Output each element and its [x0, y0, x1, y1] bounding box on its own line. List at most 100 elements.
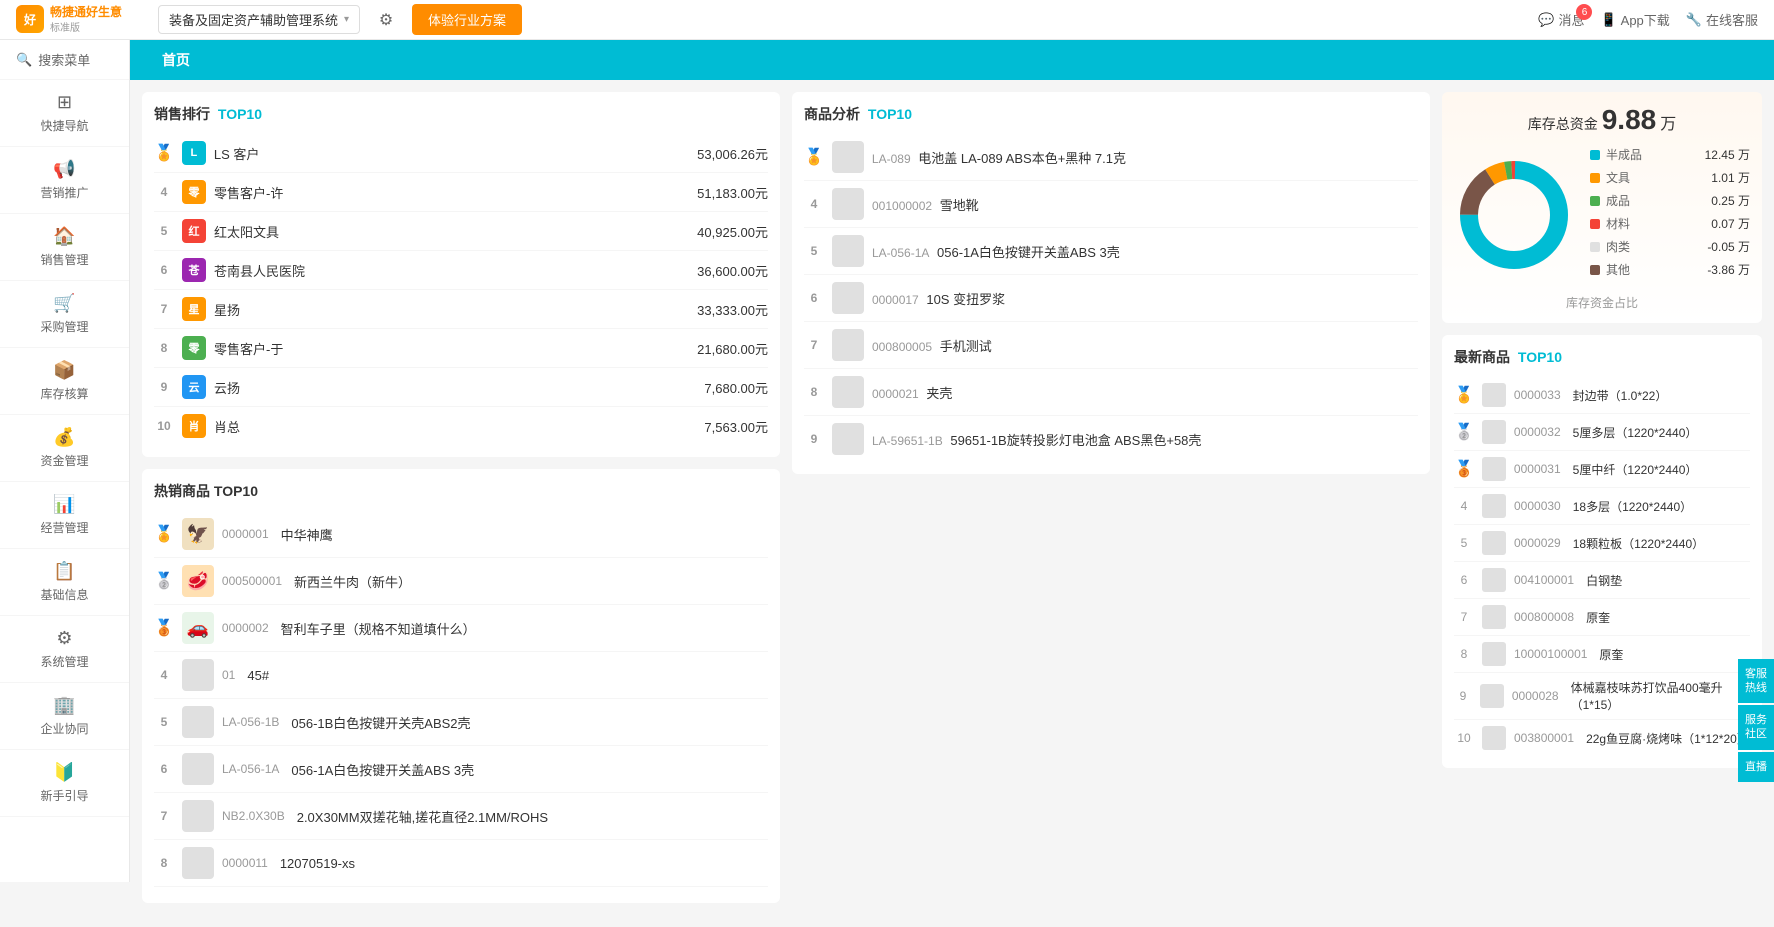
- customer-badge: 红: [182, 219, 206, 243]
- sidebar-label-finance: 资金管理: [40, 452, 88, 469]
- product-code: 004100001: [1514, 573, 1574, 587]
- product-name: 5厘多层（1220*2440）: [1573, 424, 1698, 441]
- app-download-button[interactable]: 📱 App下载: [1600, 10, 1669, 29]
- customer-value: 51,183.00元: [697, 183, 768, 202]
- customer-value: 36,600.00元: [697, 261, 768, 280]
- product-name: 手机测试: [940, 339, 992, 354]
- product-code: 0000001: [222, 527, 269, 541]
- product-name: 电池盖 LA-089 ABS本色+黑种 7.1克: [918, 151, 1126, 166]
- hot-products-title: 热销商品 TOP10: [154, 481, 768, 501]
- chevron-down-icon: ▾: [344, 14, 349, 25]
- product-name: 5厘中纤（1220*2440）: [1573, 461, 1698, 478]
- topbar: 好 畅捷通好生意 标准版 装备及固定资产辅助管理系统 ▾ ⚙ 体验行业方案 💬 …: [0, 0, 1774, 40]
- mobile-icon: 📱: [1600, 12, 1616, 28]
- product-name: 2.0X30MM双搓花轴,搓花直径2.1MM/ROHS: [297, 807, 548, 826]
- legend-item-material: 材料 0.07 万: [1590, 215, 1750, 232]
- service-icon: 🔧: [1686, 12, 1702, 28]
- product-code: 003800001: [1514, 731, 1574, 745]
- nav-home[interactable]: 首页: [146, 40, 206, 80]
- product-name: 12070519-xs: [280, 856, 355, 871]
- product-thumbnail: [1482, 642, 1506, 666]
- table-row: 🏅 L LS 客户 53,006.26元: [154, 134, 768, 173]
- product-name: 056-1A白色按键开关盖ABS 3壳: [937, 245, 1120, 260]
- guide-icon: 🔰: [53, 762, 75, 783]
- list-item: 4 01 45#: [154, 652, 768, 699]
- sidebar-item-sales[interactable]: 🏠 销售管理: [0, 214, 129, 281]
- system-icon: ⚙: [56, 628, 72, 649]
- legend-dot: [1590, 196, 1600, 206]
- list-item: 9 0000028 体械嘉枝味苏打饮品400毫升（1*15）: [1454, 673, 1750, 720]
- customer-value: 40,925.00元: [697, 222, 768, 241]
- product-code: LA-056-1B: [222, 715, 279, 729]
- sidebar-item-enterprise[interactable]: 🏢 企业协同: [0, 683, 129, 750]
- system-selector[interactable]: 装备及固定资产辅助管理系统 ▾: [158, 5, 360, 34]
- try-button[interactable]: 体验行业方案: [412, 4, 522, 35]
- legend-item-stationery: 文具 1.01 万: [1590, 169, 1750, 186]
- sidebar-label-inventory: 库存核算: [40, 385, 88, 402]
- product-code: LA-056-1A: [872, 246, 929, 260]
- table-row: 4 001000002 雪地靴: [804, 181, 1418, 228]
- product-thumbnail: [1482, 420, 1506, 444]
- customer-value: 33,333.00元: [697, 300, 768, 319]
- sidebar-label-guide: 新手引导: [40, 787, 88, 804]
- legend-dot: [1590, 173, 1600, 183]
- customer-value: 7,563.00元: [704, 417, 768, 436]
- legend-item-semifinished: 半成品 12.45 万: [1590, 146, 1750, 163]
- quick-nav-icon: ⊞: [57, 92, 72, 113]
- customer-badge: 云: [182, 375, 206, 399]
- basic-icon: 📋: [53, 561, 75, 582]
- logo-text-group: 畅捷通好生意 标准版: [50, 5, 122, 34]
- medal-gold-icon: 🏅: [154, 143, 174, 163]
- customer-badge: 零: [182, 336, 206, 360]
- product-thumbnail: [1480, 684, 1504, 708]
- table-row: 10 肖 肖总 7,563.00元: [154, 407, 768, 445]
- inventory-footer: 库存资金占比: [1454, 294, 1750, 311]
- online-service-button[interactable]: 🔧 在线客服: [1686, 10, 1758, 29]
- logo-icon: 好: [16, 5, 44, 33]
- settings-button[interactable]: ⚙: [372, 6, 400, 34]
- sidebar-item-inventory[interactable]: 📦 库存核算: [0, 348, 129, 415]
- table-row: 5 LA-056-1A 056-1A白色按键开关盖ABS 3壳: [804, 228, 1418, 275]
- list-item: 🥈 0000032 5厘多层（1220*2440）: [1454, 414, 1750, 451]
- legend-dot: [1590, 150, 1600, 160]
- product-name: 22g鱼豆腐·烧烤味（1*12*20）: [1586, 730, 1749, 747]
- sidebar-item-purchase[interactable]: 🛒 采购管理: [0, 281, 129, 348]
- product-rank-title: 商品分析 TOP10: [804, 104, 1418, 124]
- sidebar-item-marketing[interactable]: 📢 营销推广: [0, 147, 129, 214]
- table-row: 6 苍 苍南县人民医院 36,600.00元: [154, 251, 768, 290]
- live-broadcast-button[interactable]: 直播: [1738, 752, 1774, 782]
- product-name: 10S 变扭罗浆: [926, 292, 1005, 307]
- product-thumbnail: [1482, 726, 1506, 750]
- product-thumbnail: [832, 329, 864, 361]
- sidebar-item-quick-nav[interactable]: ⊞ 快捷导航: [0, 80, 129, 147]
- inventory-legend: 半成品 12.45 万 文具 1.01 万 成品 0.25 万: [1590, 146, 1750, 284]
- sidebar-item-finance[interactable]: 💰 资金管理: [0, 415, 129, 482]
- search-icon: 🔍: [16, 52, 32, 68]
- product-thumbnail: 🚗: [182, 612, 214, 644]
- table-row: 8 零 零售客户-于 21,680.00元: [154, 329, 768, 368]
- sidebar-item-guide[interactable]: 🔰 新手引导: [0, 750, 129, 817]
- product-thumbnail: [832, 423, 864, 455]
- sidebar-item-system[interactable]: ⚙ 系统管理: [0, 616, 129, 683]
- service-community-button[interactable]: 服务社区: [1738, 705, 1774, 750]
- product-thumbnail: [182, 800, 214, 832]
- product-name: 18颗粒板（1220*2440）: [1573, 535, 1704, 552]
- customer-name: 零售客户-许: [214, 183, 689, 202]
- search-menu-item[interactable]: 🔍 搜索菜单: [0, 40, 129, 80]
- sidebar-item-basic[interactable]: 📋 基础信息: [0, 549, 129, 616]
- inventory-title: 库存总资金: [1528, 114, 1598, 134]
- sidebar-label-purchase: 采购管理: [40, 318, 88, 335]
- message-button[interactable]: 💬 消息 6: [1538, 10, 1584, 29]
- customer-name: 肖总: [214, 417, 696, 436]
- sidebar-item-operation[interactable]: 📊 经营管理: [0, 482, 129, 549]
- product-code: 0000021: [872, 387, 919, 401]
- product-name: 体械嘉枝味苏打饮品400毫升（1*15）: [1571, 679, 1750, 713]
- list-item: 10 003800001 22g鱼豆腐·烧烤味（1*12*20）: [1454, 720, 1750, 756]
- list-item: 🏅 🦅 0000001 中华神鹰: [154, 511, 768, 558]
- latest-products-panel: 最新商品 TOP10 🏅 0000033 封边带（1.0*22） 🥈 00000…: [1442, 335, 1762, 768]
- customer-value: 53,006.26元: [697, 144, 768, 163]
- sidebar-label-marketing: 营销推广: [40, 184, 88, 201]
- inventory-unit: 万: [1660, 110, 1676, 134]
- medal-silver-icon: 🥈: [154, 571, 174, 591]
- customer-hotline-button[interactable]: 客服热线: [1738, 659, 1774, 704]
